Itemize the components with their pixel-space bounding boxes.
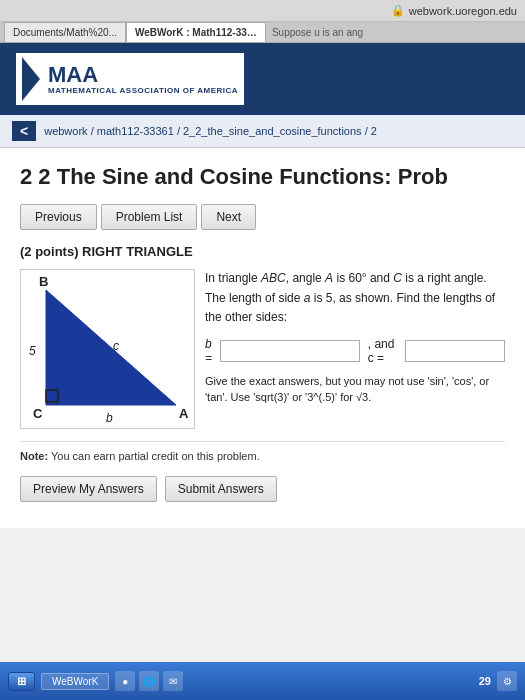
tabs-bar: Documents/Math%20... WeBWorK : Math112-3… [0, 22, 525, 43]
problem-list-button[interactable]: Problem List [101, 204, 198, 230]
desc-line1: In triangle ABC, angle A is 60° and C is… [205, 269, 505, 288]
tab-suppose[interactable]: Suppose u is an ang [266, 23, 369, 42]
b-label: b = [205, 337, 216, 365]
taskbar-icon-3[interactable]: ✉ [163, 671, 183, 691]
taskbar-icon-2[interactable]: 🌐 [139, 671, 159, 691]
taskbar-icon-1[interactable]: ● [115, 671, 135, 691]
partial-credit-bold: Note: [20, 450, 48, 462]
problem-info: (2 points) RIGHT TRIANGLE [20, 244, 505, 259]
problem-text-area: In triangle ABC, angle A is 60° and C is… [205, 269, 505, 416]
vertex-b-label: B [39, 274, 48, 289]
submit-buttons: Preview My Answers Submit Answers [20, 476, 505, 502]
breadcrumb-bar: < webwork / math112-33361 / 2_2_the_sine… [0, 115, 525, 148]
nav-buttons: Previous Problem List Next [20, 204, 505, 230]
browser-bar: 🔒 webwork.uoregon.edu [0, 0, 525, 22]
maa-title: MAA [48, 64, 238, 86]
breadcrumb: webwork / math112-33361 / 2_2_the_sine_a… [44, 125, 377, 137]
tab-webwork[interactable]: WeBWorK : Math112-33361 : 2_2_The_Sine_a… [126, 22, 266, 42]
url-text: webwork.uoregon.edu [409, 5, 517, 17]
tab-documents[interactable]: Documents/Math%20... [4, 22, 126, 42]
maa-logo: MAA MATHEMATICAL ASSOCIATION OF AMERICA [16, 53, 244, 105]
maa-triangle-icon [22, 57, 40, 101]
taskbar-button-1[interactable]: WeBWorK [41, 673, 109, 690]
maa-text-block: MAA MATHEMATICAL ASSOCIATION OF AMERICA [48, 64, 238, 95]
submit-button[interactable]: Submit Answers [165, 476, 277, 502]
and-c-label: , and c = [368, 337, 397, 365]
main-content: 2 2 The Sine and Cosine Functions: Prob … [0, 148, 525, 528]
taskbar: ⊞ WeBWorK ● 🌐 ✉ 29 ⚙ [0, 662, 525, 700]
url-display: 🔒 webwork.uoregon.edu [391, 4, 517, 17]
page-title: 2 2 The Sine and Cosine Functions: Prob [20, 164, 505, 190]
taskbar-icons: ● 🌐 ✉ [115, 671, 183, 691]
side-c-label: c [113, 339, 119, 353]
triangle-svg: B C A 5 b c [21, 270, 196, 430]
lock-icon: 🔒 [391, 4, 405, 17]
side-a-value: 5 [29, 344, 36, 358]
exact-answer-note: Give the exact answers, but you may not … [205, 373, 505, 406]
desc-line2: The length of side a is 5, as shown. Fin… [205, 289, 505, 327]
start-button[interactable]: ⊞ [8, 672, 35, 691]
partial-credit-note: Note: You can earn partial credit on thi… [20, 441, 505, 462]
previous-button[interactable]: Previous [20, 204, 97, 230]
breadcrumb-back-button[interactable]: < [12, 121, 36, 141]
c-input[interactable] [405, 340, 505, 362]
problem-description: In triangle ABC, angle A is 60° and C is… [205, 269, 505, 327]
maa-header: MAA MATHEMATICAL ASSOCIATION OF AMERICA [0, 43, 525, 115]
vertex-a-label: A [179, 406, 189, 421]
next-button[interactable]: Next [201, 204, 256, 230]
maa-subtitle: MATHEMATICAL ASSOCIATION OF AMERICA [48, 86, 238, 95]
partial-credit-text: You can earn partial credit on this prob… [51, 450, 260, 462]
taskbar-date: 29 [479, 675, 491, 687]
preview-button[interactable]: Preview My Answers [20, 476, 157, 502]
start-icon: ⊞ [17, 675, 26, 688]
svg-marker-0 [46, 290, 176, 405]
triangle-diagram: B C A 5 b c [20, 269, 195, 429]
b-input[interactable] [220, 340, 360, 362]
b-input-row: b = , and c = [205, 337, 505, 365]
taskbar-settings-icon[interactable]: ⚙ [497, 671, 517, 691]
problem-area: B C A 5 b c In triangle ABC, angle A is … [20, 269, 505, 441]
vertex-c-label: C [33, 406, 43, 421]
side-b-label: b [106, 411, 113, 425]
